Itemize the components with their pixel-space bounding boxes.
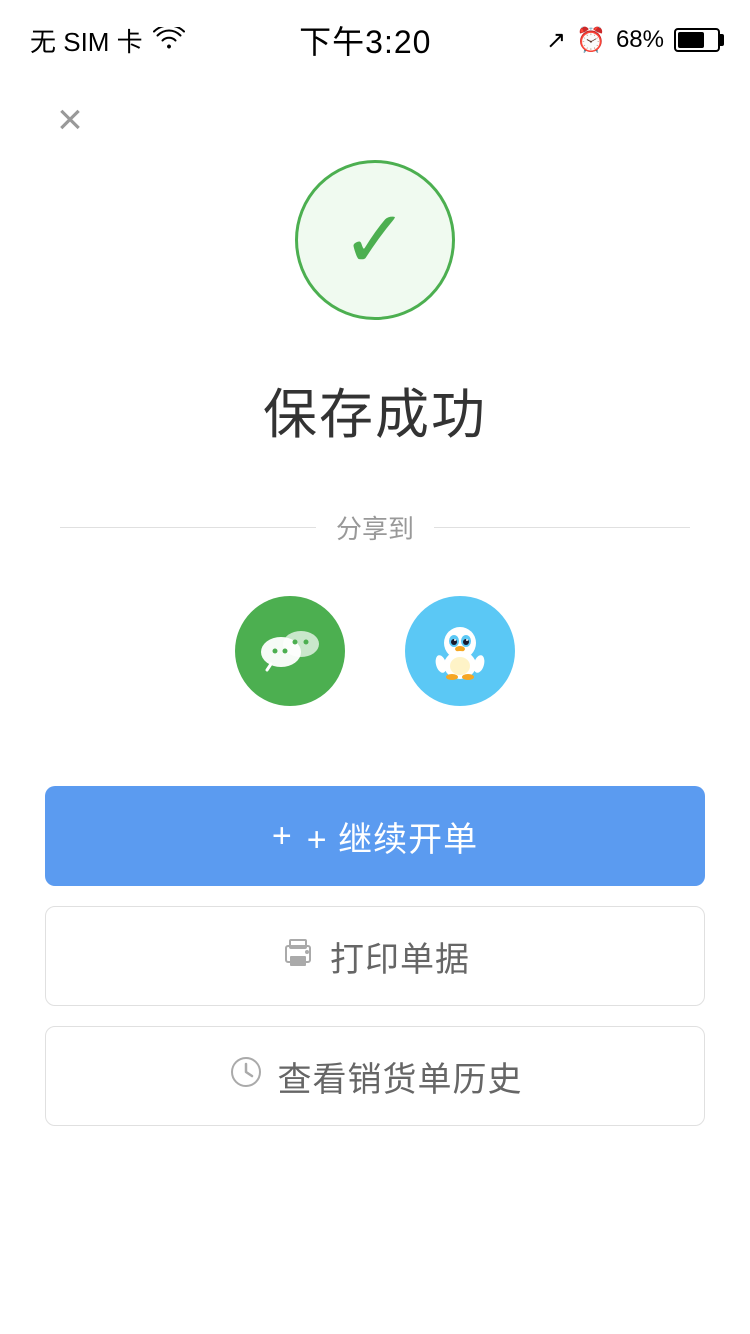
share-divider: 分享到 [0, 509, 750, 546]
wifi-icon [153, 25, 185, 56]
battery-icon [674, 28, 720, 52]
history-button[interactable]: 查看销货单历史 [45, 1026, 705, 1126]
alarm-icon: ⏰ [576, 26, 606, 55]
divider-left [60, 527, 316, 528]
history-label: 查看销货单历史 [278, 1052, 523, 1101]
share-icons-container [235, 596, 515, 706]
success-title: 保存成功 [263, 370, 487, 449]
carrier-text: 无 SIM 卡 [30, 22, 143, 59]
location-icon: ↗ [546, 26, 566, 55]
qq-share-button[interactable] [405, 596, 515, 706]
qq-icon [428, 619, 493, 684]
battery-percent: 68% [616, 26, 664, 54]
continue-label: + 继续开单 [307, 812, 478, 861]
battery-icon-container [674, 28, 720, 52]
print-button[interactable]: 打印单据 [45, 906, 705, 1006]
close-icon: × [57, 98, 83, 142]
success-circle: ✓ [295, 160, 455, 320]
action-buttons: + + 继续开单 打印单据 查看销货单历 [45, 786, 705, 1126]
history-icon [228, 1054, 264, 1099]
continue-button[interactable]: + + 继续开单 [45, 786, 705, 886]
status-bar: 无 SIM 卡 下午3:20 ↗ ⏰ 68% [0, 0, 750, 80]
status-left: 无 SIM 卡 [30, 22, 185, 59]
checkmark-icon: ✓ [341, 200, 408, 280]
status-time: 下午3:20 [299, 17, 431, 63]
plus-icon: + [272, 817, 293, 856]
print-icon [280, 934, 316, 979]
wechat-icon [255, 616, 325, 686]
print-label: 打印单据 [330, 932, 470, 981]
status-right: ↗ ⏰ 68% [546, 26, 720, 55]
share-label: 分享到 [316, 509, 434, 546]
main-content: ✓ 保存成功 分享到 [0, 80, 750, 1126]
wechat-share-button[interactable] [235, 596, 345, 706]
close-button[interactable]: × [40, 90, 100, 150]
battery-fill [678, 32, 704, 48]
divider-right [434, 527, 690, 528]
